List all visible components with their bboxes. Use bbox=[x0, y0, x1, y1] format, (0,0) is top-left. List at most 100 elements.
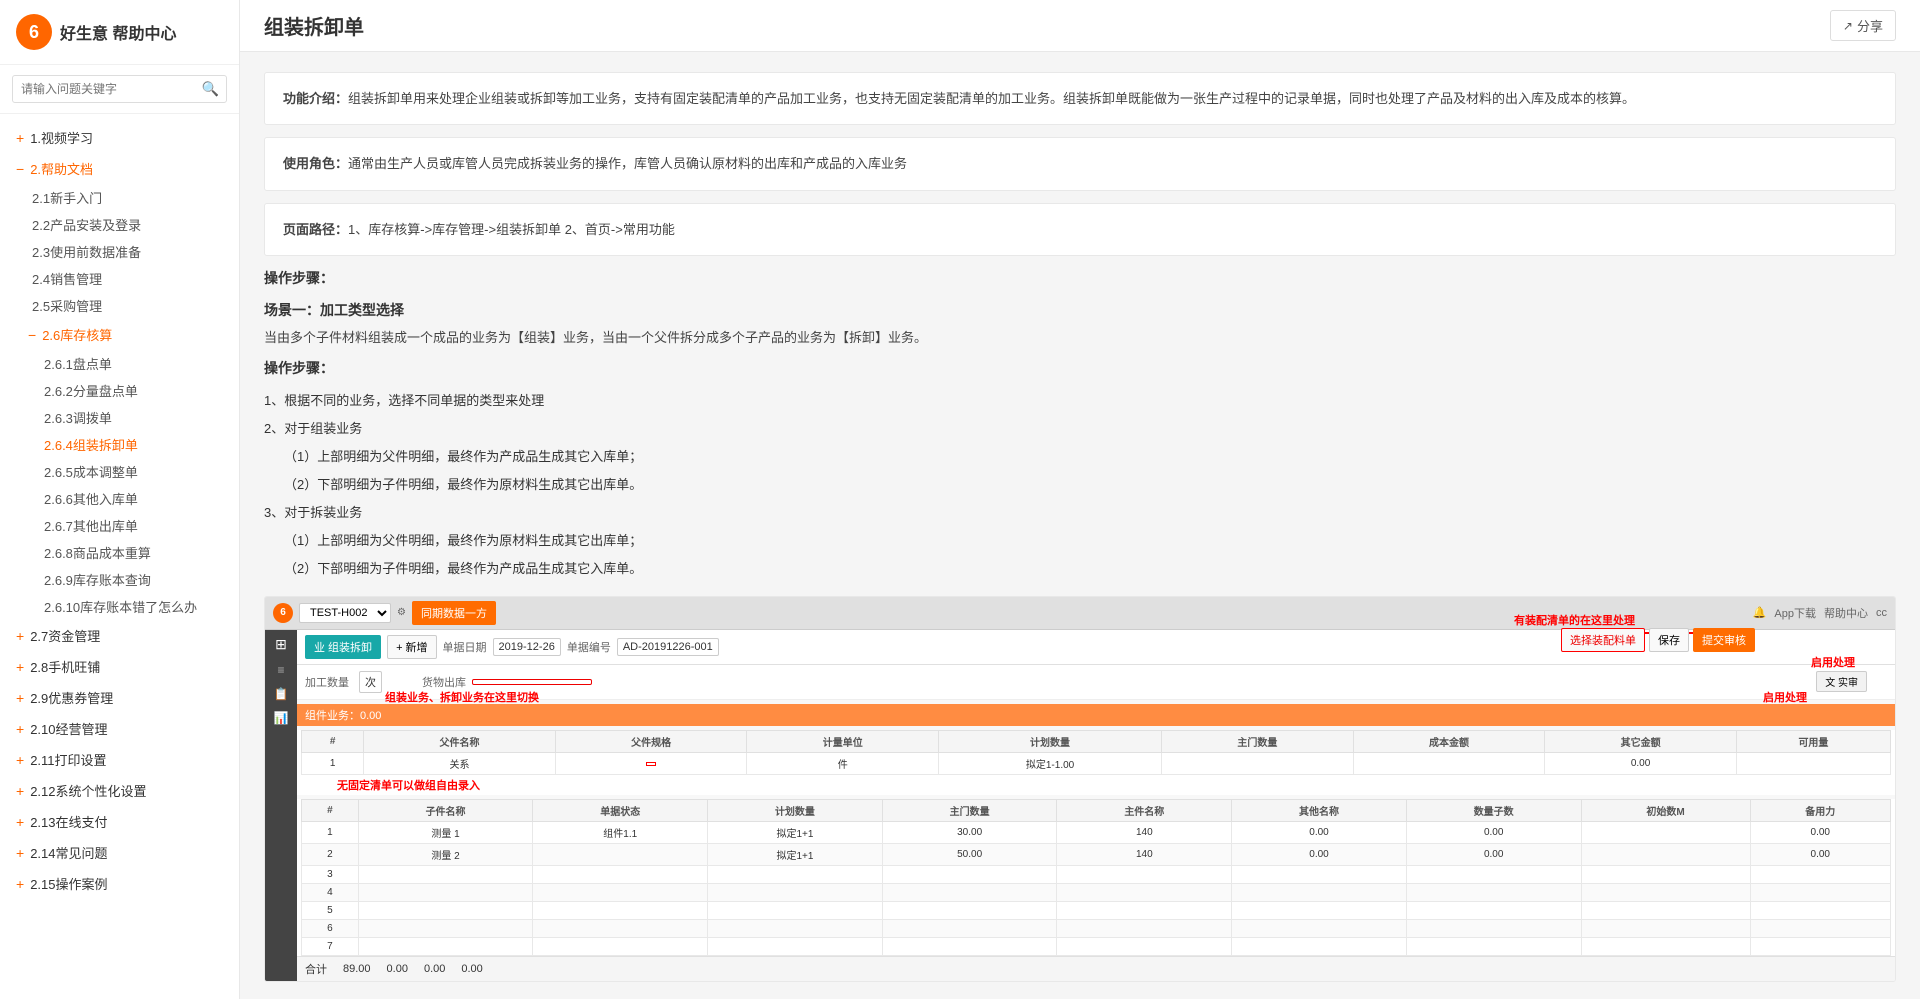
step-2-2: （2）下部明细为子件明细，最终作为原材料生成其它出库单。 bbox=[284, 472, 1896, 498]
screenshot-submit-btn[interactable]: 提交审核 bbox=[1693, 628, 1755, 652]
screenshot-bom-btn-area: 选择装配料单 保存 提交审核 bbox=[1561, 628, 1755, 652]
search-area: 🔍 bbox=[0, 65, 239, 114]
screenshot-home-icon: ⊞ bbox=[275, 636, 287, 653]
screenshot-date-label: 单据日期 bbox=[443, 639, 487, 655]
sub-col-init: 初始数M bbox=[1581, 799, 1750, 821]
col-other: 其它金额 bbox=[1545, 730, 1737, 752]
sidebar-item-print[interactable]: + 2.11打印设置 bbox=[0, 744, 239, 775]
sidebar-item-purchase[interactable]: 2.5采购管理 bbox=[0, 292, 239, 319]
role-text: 通常由生产人员或库管人员完成拆装业务的操作，库管人员确认原材料的出库和产成品的入… bbox=[348, 156, 907, 171]
screenshot-user-icon: cc bbox=[1876, 607, 1887, 619]
sidebar-item-payment[interactable]: + 2.13在线支付 bbox=[0, 806, 239, 837]
table-row: 7 bbox=[302, 937, 1891, 955]
cell-cost bbox=[1353, 752, 1545, 774]
page-title: 组装拆卸单 bbox=[264, 11, 364, 40]
sidebar-item-cost-recalc[interactable]: 2.6.8商品成本重算 bbox=[0, 539, 239, 566]
footer-val3: 0.00 bbox=[424, 963, 445, 975]
sidebar-item-finance[interactable]: + 2.7资金管理 bbox=[0, 620, 239, 651]
screenshot-footer: 合计 89.00 0.00 0.00 0.00 bbox=[297, 956, 1895, 981]
sidebar-item-beginner[interactable]: 2.1新手入门 bbox=[0, 184, 239, 211]
step-3: 3、对于拆装业务 bbox=[264, 500, 1896, 526]
sidebar-item-help-docs[interactable]: − 2.帮助文档 bbox=[0, 153, 239, 184]
screenshot-save-btn[interactable]: 保存 bbox=[1649, 628, 1689, 652]
sidebar-item-coupon[interactable]: + 2.9优惠券管理 bbox=[0, 682, 239, 713]
sidebar-item-install[interactable]: 2.2产品安装及登录 bbox=[0, 211, 239, 238]
screenshot-new-btn[interactable]: + 新增 bbox=[387, 635, 436, 659]
screenshot-warehouse-input[interactable] bbox=[472, 679, 592, 685]
sidebar-item-ledger[interactable]: 2.6.9库存账本查询 bbox=[0, 566, 239, 593]
footer-val2: 0.00 bbox=[387, 963, 408, 975]
cell-name: 关系 bbox=[364, 752, 556, 774]
screenshot-doc-icon: 📋 bbox=[274, 687, 289, 701]
sidebar-item-faq[interactable]: + 2.14常见问题 bbox=[0, 837, 239, 868]
step-2-1: （1）上部明细为父件明细，最终作为产成品生成其它入库单； bbox=[284, 444, 1896, 470]
logo-text: 好生意 帮助中心 bbox=[60, 20, 176, 44]
sidebar-item-mgmt[interactable]: + 2.10经营管理 bbox=[0, 713, 239, 744]
sidebar-item-inventory[interactable]: − 2.6库存核算 bbox=[0, 319, 239, 350]
expand-icon-s210: + bbox=[16, 721, 24, 737]
screenshot-upper-table-area: # 父件名称 父件规格 计量单位 计划数量 主门数量 成本金额 其它金额 可用量 bbox=[297, 730, 1895, 775]
sidebar-item-stock-check[interactable]: 2.6.1盘点单 bbox=[0, 350, 239, 377]
expand-icon-s213: + bbox=[16, 814, 24, 830]
sidebar-item-other-out[interactable]: 2.6.7其他出库单 bbox=[0, 512, 239, 539]
main-area: 组装拆卸单 ↗ 分享 功能介绍：组装拆卸单用来处理企业组装或拆卸等加工业务，支持… bbox=[240, 0, 1920, 999]
screenshot-sync-btn[interactable]: 同期数据一方 bbox=[412, 601, 496, 625]
screenshot-tab-assembly[interactable]: 业 组装拆卸 bbox=[305, 635, 381, 659]
sidebar-item-cost-adj[interactable]: 2.6.5成本调整单 bbox=[0, 458, 239, 485]
cell-spec bbox=[555, 752, 747, 774]
screenshot-dots-icon: ⚙ bbox=[397, 607, 406, 618]
screenshot-confirm-btn[interactable]: 文 实审 bbox=[1816, 671, 1867, 692]
screenshot-warehouse-label: 货物出库 bbox=[422, 674, 466, 690]
footer-total-label: 合计 bbox=[305, 961, 327, 977]
scenario1-title: 场景一：加工类型选择 bbox=[264, 300, 1896, 320]
screenshot-form-area: 加工数量 次 组装业务、拆卸业务在这里切换 货物出库 启用处理 bbox=[297, 665, 1895, 700]
search-input[interactable] bbox=[12, 75, 227, 103]
expand-icon-s29: + bbox=[16, 690, 24, 706]
sidebar-item-sales[interactable]: 2.4销售管理 bbox=[0, 265, 239, 292]
expand-icon-s27: + bbox=[16, 628, 24, 644]
path-label: 页面路径： bbox=[283, 222, 348, 237]
col-avail: 可用量 bbox=[1736, 730, 1890, 752]
screenshot-lower-table-area: # 子件名称 单据状态 计划数量 主门数量 主件名称 其他名称 数量子数 初始数 bbox=[297, 799, 1895, 956]
sidebar-item-data-prep[interactable]: 2.3使用前数据准备 bbox=[0, 238, 239, 265]
sidebar: 6 好生意 帮助中心 🔍 + 1.视频学习 − 2.帮助文档 2.1新手入门 2… bbox=[0, 0, 240, 999]
collapse-icon-s26: − bbox=[28, 327, 36, 343]
sidebar-item-assembly[interactable]: 2.6.4组装拆卸单 bbox=[0, 431, 239, 458]
screenshot-company-select[interactable]: TEST-H002 bbox=[299, 603, 391, 623]
collapse-icon-s2: − bbox=[16, 161, 24, 177]
table-row: 4 bbox=[302, 883, 1891, 901]
sidebar-item-customize[interactable]: + 2.12系统个性化设置 bbox=[0, 775, 239, 806]
sub-col-backup: 备用力 bbox=[1750, 799, 1890, 821]
cell-other: 0.00 bbox=[1545, 752, 1737, 774]
sidebar-item-partial-check[interactable]: 2.6.2分量盘点单 bbox=[0, 377, 239, 404]
sidebar-item-cases[interactable]: + 2.15操作案例 bbox=[0, 868, 239, 899]
screenshot-select-bom-btn[interactable]: 选择装配料单 bbox=[1561, 628, 1645, 652]
screenshot-topbar: 6 TEST-H002 ⚙ 同期数据一方 🔔 App下载 帮助中心 cc bbox=[265, 597, 1895, 630]
cell-avail bbox=[1736, 752, 1890, 774]
footer-val1: 89.00 bbox=[343, 963, 371, 975]
table-row: 2 测量 2 拟定1+1 50.00 140 0.00 0.00 bbox=[302, 843, 1891, 865]
intro-text: 组装拆卸单用来处理企业组装或拆卸等加工业务，支持有固定装配清单的产品加工业务，也… bbox=[348, 91, 1635, 106]
steps-list: 1、根据不同的业务，选择不同单据的类型来处理 2、对于组装业务 （1）上部明细为… bbox=[264, 388, 1896, 582]
upper-table-header: # 父件名称 父件规格 计量单位 计划数量 主门数量 成本金额 其它金额 可用量 bbox=[302, 730, 1891, 752]
screenshot-logo: 6 bbox=[273, 603, 293, 623]
share-button[interactable]: ↗ 分享 bbox=[1830, 10, 1896, 41]
sidebar-item-ledger-fix[interactable]: 2.6.10库存账本错了怎么办 bbox=[0, 593, 239, 620]
screenshot-toolbar: 业 组装拆卸 + 新增 单据日期 2019-12-26 单据编号 AD-2019… bbox=[297, 630, 1895, 665]
sidebar-item-video[interactable]: + 1.视频学习 bbox=[0, 122, 239, 153]
table-row: 3 bbox=[302, 865, 1891, 883]
cell-planned: 拟定1-1.00 bbox=[939, 752, 1162, 774]
sub-col-qty: 数量子数 bbox=[1406, 799, 1581, 821]
screenshot-content: ⊞ ≡ 📋 📊 业 组装拆卸 + 新增 单据日期 2019-12-26 bbox=[265, 630, 1895, 981]
cell-unit: 件 bbox=[747, 752, 939, 774]
sidebar-item-other-in[interactable]: 2.6.6其他入库单 bbox=[0, 485, 239, 512]
annotation-enable: 启用处理 bbox=[1811, 654, 1855, 670]
sidebar-item-mobile[interactable]: + 2.8手机旺铺 bbox=[0, 651, 239, 682]
content-area: 功能介绍：组装拆卸单用来处理企业组装或拆卸等加工业务，支持有固定装配清单的产品加… bbox=[240, 52, 1920, 999]
screenshot-left-strip: ⊞ ≡ 📋 📊 bbox=[265, 630, 297, 981]
sidebar-item-transfer[interactable]: 2.6.3调拨单 bbox=[0, 404, 239, 431]
step-2: 2、对于组装业务 bbox=[264, 416, 1896, 442]
topbar: 组装拆卸单 ↗ 分享 bbox=[240, 0, 1920, 52]
share-icon: ↗ bbox=[1843, 19, 1853, 33]
ops-title: 操作步骤： bbox=[264, 268, 1896, 288]
